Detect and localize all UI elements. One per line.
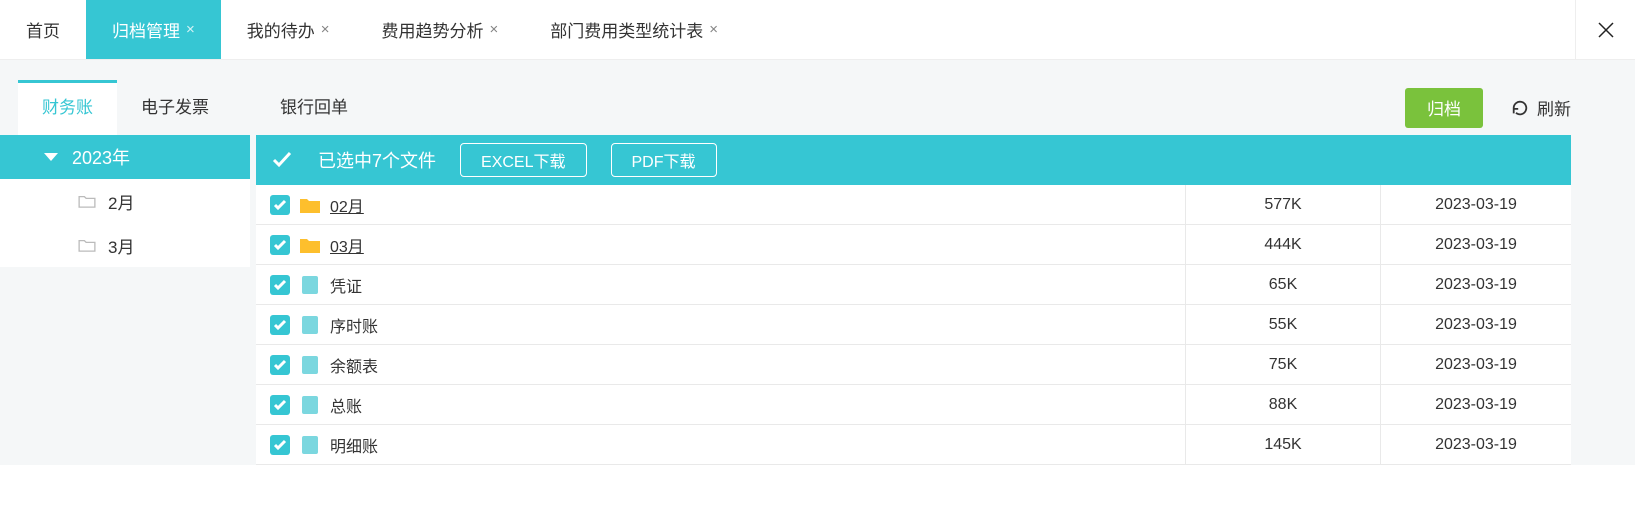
refresh-label: 刷新: [1537, 95, 1571, 120]
tab-label: 归档管理: [112, 17, 180, 42]
file-row: 02月 577K 2023-03-19: [256, 185, 1571, 225]
file-date: 2023-03-19: [1381, 185, 1571, 224]
file-name[interactable]: 余额表: [330, 353, 378, 377]
file-icon: [300, 396, 320, 414]
sub-tab-bank-slip[interactable]: 银行回单: [256, 80, 372, 135]
folder-icon: [300, 237, 320, 253]
close-icon[interactable]: ×: [321, 21, 330, 38]
file-size: 145K: [1186, 425, 1381, 464]
main-content: 银行回单 归档 刷新 已选中7个文件 EXCEL下载 PDF下载: [250, 80, 1635, 465]
folder-icon: [78, 238, 96, 252]
file-name[interactable]: 总账: [330, 393, 362, 417]
close-icon[interactable]: ×: [490, 21, 499, 38]
selection-bar: 已选中7个文件 EXCEL下载 PDF下载: [256, 135, 1571, 185]
folder-icon: [300, 197, 320, 213]
file-icon: [300, 436, 320, 454]
row-checkbox[interactable]: [270, 315, 290, 335]
sub-tab-bar: 财务账 电子发票: [0, 80, 250, 135]
tree-year-node[interactable]: 2023年: [0, 135, 250, 179]
action-bar: 银行回单 归档 刷新: [256, 80, 1571, 135]
tab-home[interactable]: 首页: [0, 0, 86, 59]
file-size: 65K: [1186, 265, 1381, 304]
refresh-icon: [1511, 99, 1529, 117]
file-icon: [300, 316, 320, 334]
file-date: 2023-03-19: [1381, 425, 1571, 464]
file-date: 2023-03-19: [1381, 305, 1571, 344]
file-size: 444K: [1186, 225, 1381, 264]
file-row: 03月 444K 2023-03-19: [256, 225, 1571, 265]
check-icon[interactable]: [270, 148, 294, 172]
selection-count-text: 已选中7个文件: [318, 147, 436, 173]
workspace: 财务账 电子发票 2023年 2月 3月: [0, 60, 1635, 465]
row-checkbox[interactable]: [270, 235, 290, 255]
file-icon: [300, 276, 320, 294]
tree-month-label: 2月: [108, 189, 134, 214]
file-size: 577K: [1186, 185, 1381, 224]
row-checkbox[interactable]: [270, 275, 290, 295]
tab-label: 部门费用类型统计表: [550, 17, 703, 42]
file-name[interactable]: 明细账: [330, 433, 378, 457]
file-date: 2023-03-19: [1381, 385, 1571, 424]
close-icon[interactable]: ×: [186, 21, 195, 38]
file-row: 明细账 145K 2023-03-19: [256, 425, 1571, 465]
file-size: 75K: [1186, 345, 1381, 384]
tree-month-label: 3月: [108, 233, 134, 258]
sidebar: 财务账 电子发票 2023年 2月 3月: [0, 80, 250, 465]
top-tab-bar: 首页 归档管理 × 我的待办 × 费用趋势分析 × 部门费用类型统计表 ×: [0, 0, 1635, 60]
tab-my-todo[interactable]: 我的待办 ×: [221, 0, 356, 59]
tab-label: 费用趋势分析: [382, 17, 484, 42]
file-name[interactable]: 03月: [330, 233, 364, 257]
year-tree: 2023年 2月 3月: [0, 135, 250, 267]
close-icon[interactable]: ×: [709, 21, 718, 38]
row-checkbox[interactable]: [270, 195, 290, 215]
tab-dept-expense[interactable]: 部门费用类型统计表 ×: [524, 0, 744, 59]
refresh-button[interactable]: 刷新: [1511, 95, 1571, 120]
file-name[interactable]: 凭证: [330, 273, 362, 297]
tab-home-label: 首页: [26, 17, 60, 42]
file-size: 88K: [1186, 385, 1381, 424]
tree-month-node[interactable]: 2月: [0, 179, 250, 223]
tab-expense-trend[interactable]: 费用趋势分析 ×: [356, 0, 525, 59]
file-icon: [300, 356, 320, 374]
row-checkbox[interactable]: [270, 435, 290, 455]
tree-month-node[interactable]: 3月: [0, 223, 250, 267]
archive-button[interactable]: 归档: [1405, 88, 1483, 128]
file-size: 55K: [1186, 305, 1381, 344]
tree-year-label: 2023年: [72, 144, 130, 170]
file-row: 总账 88K 2023-03-19: [256, 385, 1571, 425]
sub-tab-finance[interactable]: 财务账: [18, 80, 117, 135]
folder-icon: [78, 194, 96, 208]
file-date: 2023-03-19: [1381, 225, 1571, 264]
file-date: 2023-03-19: [1381, 265, 1571, 304]
caret-down-icon: [44, 153, 58, 161]
close-icon: [1597, 21, 1615, 39]
file-name[interactable]: 序时账: [330, 313, 378, 337]
excel-download-button[interactable]: EXCEL下载: [460, 143, 586, 177]
sub-tab-einvoice[interactable]: 电子发票: [117, 80, 233, 135]
file-row: 余额表 75K 2023-03-19: [256, 345, 1571, 385]
file-row: 序时账 55K 2023-03-19: [256, 305, 1571, 345]
row-checkbox[interactable]: [270, 395, 290, 415]
pdf-download-button[interactable]: PDF下载: [611, 143, 717, 177]
file-row: 凭证 65K 2023-03-19: [256, 265, 1571, 305]
row-checkbox[interactable]: [270, 355, 290, 375]
tab-label: 我的待办: [247, 17, 315, 42]
close-all-tabs-button[interactable]: [1575, 0, 1635, 59]
tab-archive-mgmt[interactable]: 归档管理 ×: [86, 0, 221, 59]
file-name[interactable]: 02月: [330, 193, 364, 217]
file-date: 2023-03-19: [1381, 345, 1571, 384]
